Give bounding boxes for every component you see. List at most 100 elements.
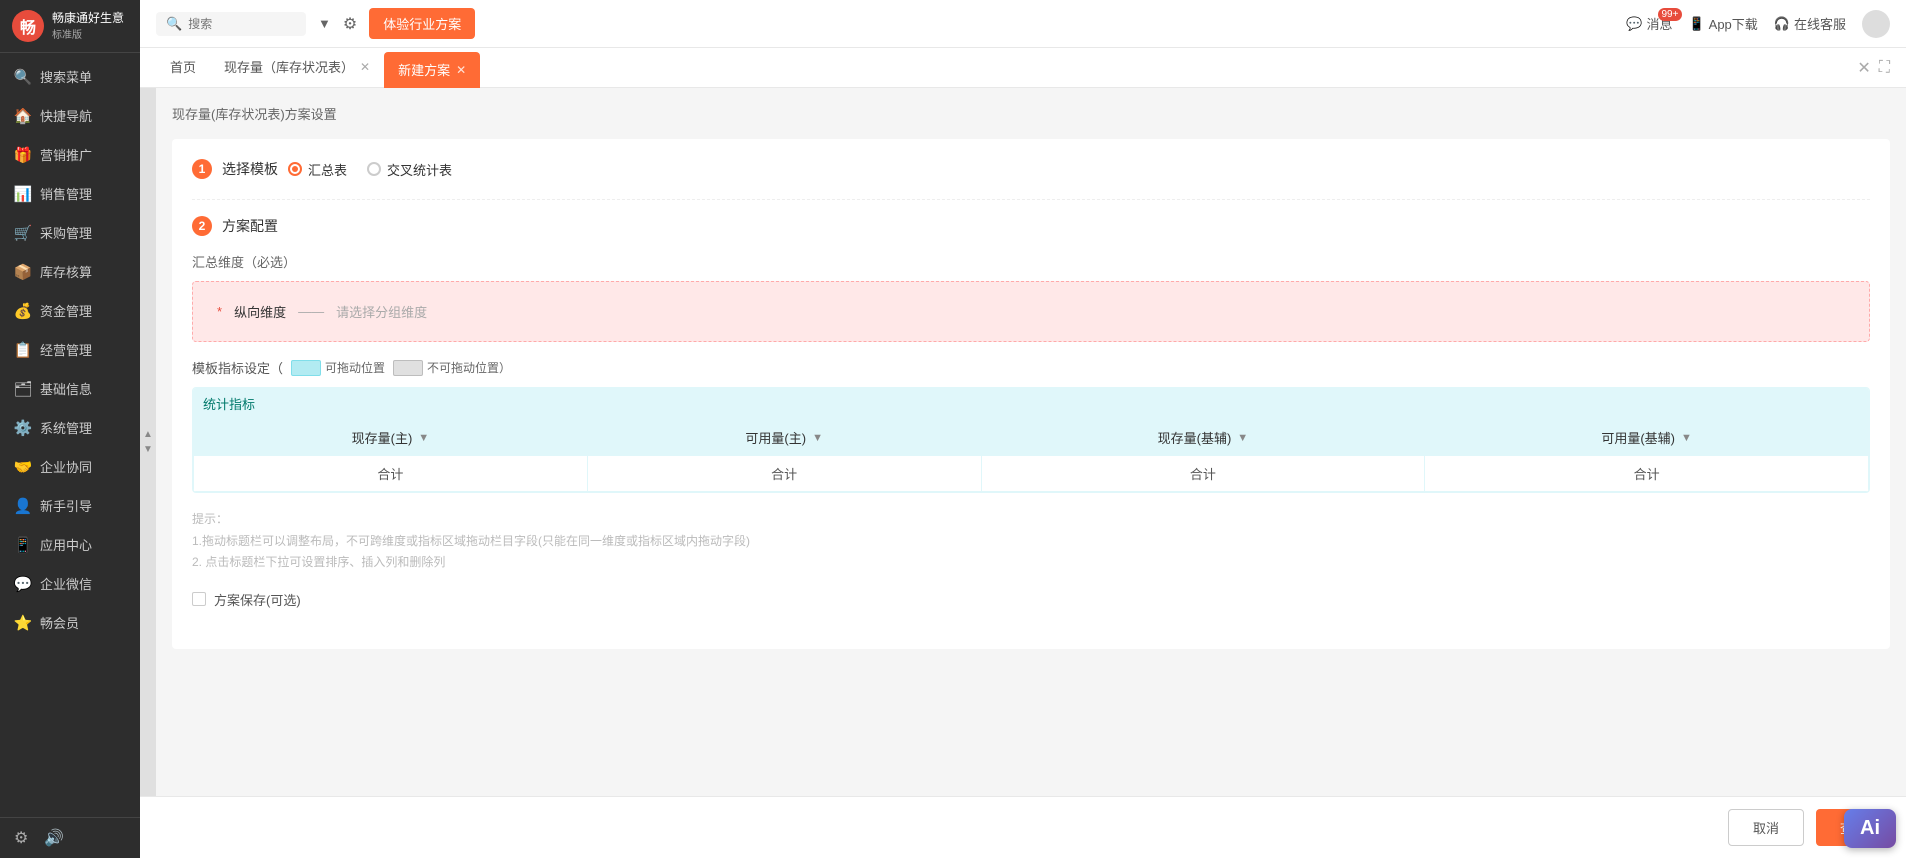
scheme-card: 1 选择模板 汇总表 交叉统计表	[172, 139, 1890, 649]
non-draggable-legend: 不可拖动位置）	[393, 359, 511, 376]
stats-table-body-row: 合计 合计 合计 合计	[194, 456, 1869, 492]
sidebar-item-shortcuts[interactable]: 🏠 快捷导航	[0, 96, 140, 135]
draggable-legend: 可拖动位置	[291, 359, 385, 376]
topbar-search[interactable]: 🔍	[156, 12, 306, 36]
stats-table: 现存量(主) ▼ 可用量(主) ▼	[193, 419, 1869, 492]
indicators-label: 模板指标设定（ 可拖动位置 不可拖动位置）	[192, 358, 1870, 377]
cell-current-main-total: 合计	[194, 456, 588, 492]
app-icon: 📱	[1688, 16, 1704, 32]
tips-section: 提示： 1.拖动标题栏可以调整布局，不可跨维度或指标区域拖动栏目字段(只能在同一…	[192, 509, 1870, 574]
chevron-available-main: ▼	[812, 432, 823, 444]
stats-table-header-row: 现存量(主) ▼ 可用量(主) ▼	[194, 420, 1869, 456]
sidebar-item-purchase[interactable]: 🛒 采购管理	[0, 213, 140, 252]
sidebar-item-finance[interactable]: 💰 资金管理	[0, 291, 140, 330]
main-area: 🔍 ▼ ⚙ 体验行业方案 💬 消息 99+ 📱 App下载 🎧 在线客服	[140, 0, 1906, 858]
content-area: 现存量(库存状况表)方案设置 1 选择模板 汇总表	[156, 88, 1906, 796]
dimension-box[interactable]: * 纵向维度 —— 请选择分组维度	[192, 281, 1870, 342]
sidebar-item-basic[interactable]: 🗂 基础信息	[0, 369, 140, 408]
sidebar-icon-operations: 📋	[14, 341, 32, 359]
sidebar-item-system[interactable]: ⚙️ 系统管理	[0, 408, 140, 447]
sidebar-label-shortcuts: 快捷导航	[40, 106, 92, 125]
col-available-sub[interactable]: 可用量(基辅) ▼	[1425, 420, 1869, 456]
sidebar-item-cooperation[interactable]: 🤝 企业协同	[0, 447, 140, 486]
tab-home[interactable]: 首页	[156, 48, 210, 88]
save-scheme-checkbox[interactable]	[192, 592, 206, 606]
sidebar-item-search[interactable]: 🔍 搜索菜单	[0, 57, 140, 96]
sidebar-logo: 畅 畅康通好生意 标准版	[0, 0, 140, 53]
sidebar-item-operations[interactable]: 📋 经营管理	[0, 330, 140, 369]
stats-section: 统计指标 现存量(主) ▼	[192, 387, 1870, 493]
app-download-item[interactable]: 📱 App下载	[1688, 14, 1757, 33]
dimension-section-label: 汇总维度（必选）	[192, 252, 1870, 271]
sidebar-icon-cooperation: 🤝	[14, 458, 32, 476]
col-available-main[interactable]: 可用量(主) ▼	[587, 420, 981, 456]
sidebar-item-marketing[interactable]: 🎁 营销推广	[0, 135, 140, 174]
gear-icon[interactable]: ⚙	[343, 14, 357, 34]
col-current-main[interactable]: 现存量(主) ▼	[194, 420, 588, 456]
radio-cross[interactable]: 交叉统计表	[367, 160, 452, 179]
col-current-sub[interactable]: 现存量(基辅) ▼	[981, 420, 1425, 456]
cell-available-main-total: 合计	[587, 456, 981, 492]
ai-badge[interactable]: Ai	[1844, 809, 1896, 848]
radio-summary-label: 汇总表	[308, 160, 347, 179]
tabs-right-controls: ✕ ⛶	[1857, 58, 1890, 78]
sidebar-item-sales[interactable]: 📊 销售管理	[0, 174, 140, 213]
sidebar-label-guide: 新手引导	[40, 496, 92, 515]
tab-inventory[interactable]: 现存量（库存状况表） ✕	[210, 48, 384, 88]
radio-summary-dot	[288, 162, 302, 176]
chevron-current-sub: ▼	[1237, 432, 1248, 444]
sidebar-icon-member: ⭐	[14, 614, 32, 632]
sidebar-icon-basic: 🗂	[14, 380, 32, 398]
scroll-up-arrow[interactable]: ▲ ▼	[140, 88, 156, 796]
dimension-placeholder: 请选择分组维度	[336, 302, 427, 321]
sidebar-item-wechat[interactable]: 💬 企业微信	[0, 564, 140, 603]
industry-btn[interactable]: 体验行业方案	[369, 8, 475, 39]
search-input[interactable]	[188, 17, 288, 31]
step2-title: 方案配置	[222, 216, 278, 236]
required-asterisk: *	[217, 304, 222, 319]
dimension-separator: ——	[298, 304, 324, 319]
sidebar-icon-sales: 📊	[14, 185, 32, 203]
user-avatar[interactable]	[1862, 10, 1890, 38]
cancel-button[interactable]: 取消	[1728, 809, 1804, 846]
expand-window-icon[interactable]: ⛶	[1879, 59, 1890, 77]
step2-header: 2 方案配置	[192, 216, 1870, 236]
radio-summary[interactable]: 汇总表	[288, 160, 347, 179]
online-service-item[interactable]: 🎧 在线客服	[1774, 14, 1846, 33]
close-window-icon[interactable]: ✕	[1857, 58, 1870, 78]
tab-new-scheme-close[interactable]: ✕	[456, 63, 466, 77]
tab-new-scheme[interactable]: 新建方案 ✕	[384, 52, 480, 88]
tab-inventory-close[interactable]: ✕	[360, 60, 370, 74]
step1-header: 1 选择模板 汇总表 交叉统计表	[192, 159, 1870, 179]
stats-header: 统计指标	[193, 388, 1869, 419]
dropdown-icon[interactable]: ▼	[318, 16, 331, 31]
step1-section: 1 选择模板 汇总表 交叉统计表	[192, 159, 1870, 179]
sidebar-item-appcenter[interactable]: 📱 应用中心	[0, 525, 140, 564]
draggable-legend-box	[291, 360, 321, 376]
speaker-icon[interactable]: 🔊	[44, 828, 64, 848]
sidebar-bottom: ⚙ 🔊	[0, 817, 140, 858]
non-draggable-legend-box	[393, 360, 423, 376]
service-icon: 🎧	[1774, 16, 1790, 32]
step1-number: 1	[192, 159, 212, 179]
save-scheme-label: 方案保存(可选)	[214, 590, 301, 609]
settings-icon[interactable]: ⚙	[14, 828, 28, 848]
tips-title: 提示：	[192, 509, 1870, 531]
sidebar-label-search: 搜索菜单	[40, 67, 92, 86]
sidebar-label-member: 畅会员	[40, 613, 79, 632]
radio-cross-dot	[367, 162, 381, 176]
step1-title: 选择模板	[222, 159, 278, 179]
sidebar-item-inventory[interactable]: 📦 库存核算	[0, 252, 140, 291]
cell-current-sub-total: 合计	[981, 456, 1425, 492]
sidebar-label-sales: 销售管理	[40, 184, 92, 203]
sidebar-icon-finance: 💰	[14, 302, 32, 320]
sidebar-icon-marketing: 🎁	[14, 146, 32, 164]
sidebar-label-marketing: 营销推广	[40, 145, 92, 164]
sidebar-item-guide[interactable]: 👤 新手引导	[0, 486, 140, 525]
sidebar-label-finance: 资金管理	[40, 301, 92, 320]
message-item[interactable]: 💬 消息 99+	[1626, 14, 1672, 33]
sidebar-icon-purchase: 🛒	[14, 224, 32, 242]
search-icon: 🔍	[166, 16, 182, 32]
sidebar-item-member[interactable]: ⭐ 畅会员	[0, 603, 140, 642]
sidebar-icon-inventory: 📦	[14, 263, 32, 281]
